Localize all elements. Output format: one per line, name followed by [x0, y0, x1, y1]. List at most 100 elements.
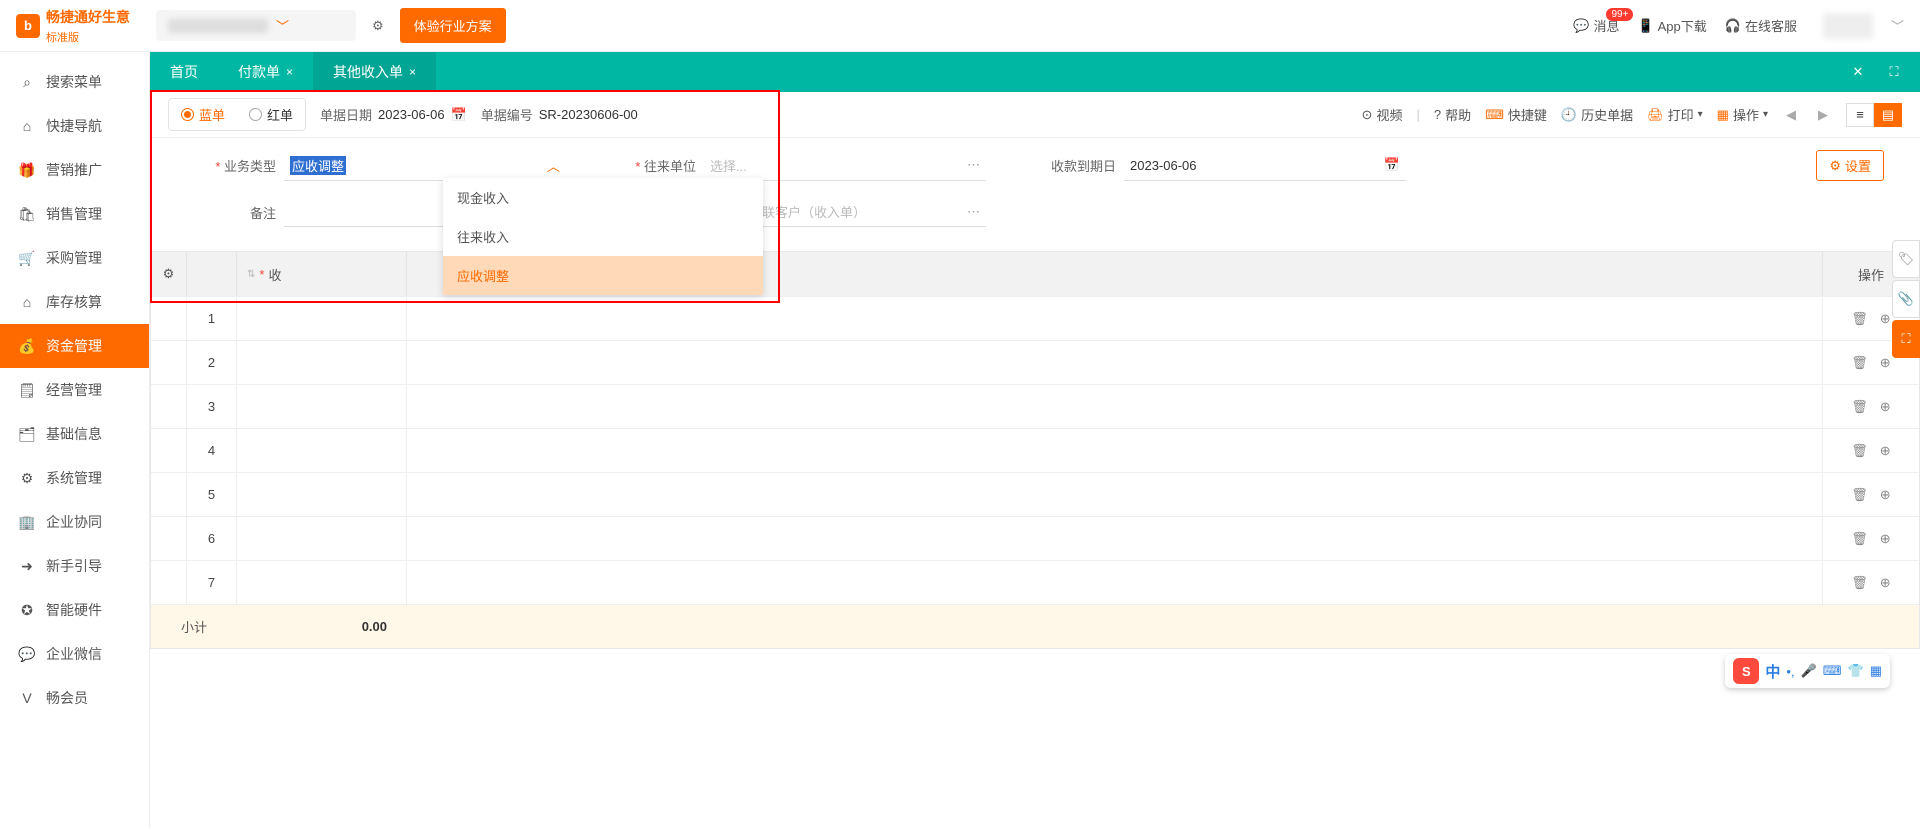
- settings-button[interactable]: ⚙设置: [1816, 150, 1884, 181]
- add-icon[interactable]: ⊕: [1880, 443, 1891, 459]
- sidebar-item-marketing[interactable]: 🎁营销推广: [0, 148, 149, 192]
- add-icon[interactable]: ⊕: [1880, 575, 1891, 591]
- history-link[interactable]: 🕘历史单据: [1561, 105, 1633, 124]
- arrow-icon: ➜: [18, 558, 36, 575]
- delete-icon[interactable]: 🗑: [1851, 531, 1868, 547]
- close-icon[interactable]: ×: [409, 65, 416, 79]
- cta-button[interactable]: 体验行业方案: [400, 8, 506, 43]
- add-icon[interactable]: ⊕: [1880, 399, 1891, 415]
- user-avatar-obscured[interactable]: [1823, 13, 1873, 39]
- sidebar-item-collab[interactable]: 🏢企业协同: [0, 500, 149, 544]
- chevron-down-icon: ﹀: [276, 16, 289, 35]
- video-link[interactable]: ⊙视频: [1362, 105, 1403, 124]
- building-icon: 🏢: [18, 514, 36, 531]
- sidebar-item-system[interactable]: ⚙系统管理: [0, 456, 149, 500]
- tab-expand[interactable]: ⛶: [1880, 58, 1908, 86]
- table-row[interactable]: 7🗑⊕: [151, 560, 1919, 604]
- table-row[interactable]: 5🗑⊕: [151, 472, 1919, 516]
- radio-red[interactable]: 红单: [237, 99, 305, 130]
- table-row[interactable]: 2🗑⊕: [151, 340, 1919, 384]
- ime-keyboard-icon[interactable]: ⌨: [1823, 663, 1842, 679]
- prev-doc-icon[interactable]: ◀: [1782, 107, 1800, 123]
- top-header: b 畅捷通好生意 标准版 ﹀ ⚙ 体验行业方案 💬 消息 99+ 📱 App下载: [0, 0, 1920, 52]
- ime-punct-icon[interactable]: •,: [1786, 664, 1794, 679]
- star-icon: ✪: [18, 602, 36, 619]
- ime-lang[interactable]: 中: [1765, 661, 1780, 682]
- partner-select[interactable]: 选择... ⋯: [704, 151, 986, 181]
- delete-icon[interactable]: 🗑: [1851, 443, 1868, 459]
- ime-menu-icon[interactable]: ▦: [1870, 663, 1882, 679]
- ops-link[interactable]: ▦操作▾: [1717, 105, 1768, 124]
- shortcut-link[interactable]: ⌨快捷键: [1485, 105, 1547, 124]
- row-index: 3: [187, 385, 237, 428]
- dropdown-item-transit[interactable]: 往来收入: [443, 217, 763, 256]
- view-card-button[interactable]: ▤: [1874, 103, 1902, 127]
- rail-attach-icon[interactable]: 📎: [1892, 280, 1920, 318]
- sidebar-item-funds[interactable]: 💰资金管理: [0, 324, 149, 368]
- ime-skin-icon[interactable]: 👕: [1848, 663, 1864, 679]
- sidebar-item-sales[interactable]: 🛍销售管理: [0, 192, 149, 236]
- add-icon[interactable]: ⊕: [1880, 355, 1891, 371]
- sidebar-item-inventory[interactable]: ⌂库存核算: [0, 280, 149, 324]
- next-doc-icon[interactable]: ▶: [1814, 107, 1832, 123]
- search-icon: ⌕: [18, 74, 36, 91]
- tab-payment[interactable]: 付款单×: [218, 52, 313, 92]
- dropdown-item-adjust[interactable]: 应收调整: [443, 256, 763, 295]
- ime-toolbar[interactable]: S 中 •, 🎤 ⌨ 👕 ▦: [1725, 654, 1890, 688]
- more-icon[interactable]: ⋯: [967, 157, 980, 173]
- sidebar-item-hardware[interactable]: ✪智能硬件: [0, 588, 149, 632]
- date-value[interactable]: 2023-06-06: [378, 107, 445, 122]
- table-row[interactable]: 6🗑⊕: [151, 516, 1919, 560]
- sidebar-item-guide[interactable]: ➜新手引导: [0, 544, 149, 588]
- delete-icon[interactable]: 🗑: [1851, 399, 1868, 415]
- org-selector[interactable]: ﹀: [156, 10, 356, 41]
- print-link[interactable]: 🖨打印▾: [1647, 105, 1703, 124]
- view-list-button[interactable]: ≡: [1846, 103, 1874, 127]
- tab-home[interactable]: 首页: [150, 52, 218, 92]
- gear-icon[interactable]: ⚙: [372, 18, 384, 34]
- duedate-input[interactable]: 2023-06-06 📅: [1124, 151, 1406, 181]
- sidebar-item-member[interactable]: V畅会员: [0, 676, 149, 720]
- dropdown-item-cash[interactable]: 现金收入: [443, 178, 763, 217]
- sidebar-item-purchase[interactable]: 🛒采购管理: [0, 236, 149, 280]
- more-icon[interactable]: ⋯: [967, 204, 980, 220]
- help-link[interactable]: ?帮助: [1434, 105, 1471, 124]
- sidebar-item-wechat[interactable]: 💬企业微信: [0, 632, 149, 676]
- support-link[interactable]: 🎧 在线客服: [1725, 16, 1797, 35]
- app-download-link[interactable]: 📱 App下载: [1637, 16, 1706, 35]
- remark-label: 备注: [186, 203, 276, 222]
- add-icon[interactable]: ⊕: [1880, 487, 1891, 503]
- rail-expand-icon[interactable]: ⛶: [1892, 320, 1920, 358]
- table-row[interactable]: 3 🗑 ⊕: [151, 384, 1919, 428]
- col-header-1[interactable]: ⇅*收: [237, 252, 407, 296]
- sidebar: ⌕搜索菜单 ⌂快捷导航 🎁营销推广 🛍销售管理 🛒采购管理 ⌂库存核算 💰资金管…: [0, 52, 150, 828]
- delete-icon[interactable]: 🗑: [1851, 311, 1868, 327]
- sidebar-item-business[interactable]: 🗒经营管理: [0, 368, 149, 412]
- cart-icon: 🛒: [18, 250, 36, 267]
- table-row[interactable]: 4🗑⊕: [151, 428, 1919, 472]
- right-rail: 🏷 📎 ⛶: [1892, 240, 1920, 358]
- calendar-icon[interactable]: 📅: [1384, 157, 1400, 173]
- messages-link[interactable]: 💬 消息 99+: [1573, 16, 1619, 35]
- chevron-down-icon[interactable]: ﹀: [1891, 16, 1904, 35]
- tab-close-all[interactable]: ✕: [1844, 58, 1872, 86]
- calendar-icon[interactable]: 📅: [451, 107, 467, 123]
- sidebar-item-search[interactable]: ⌕搜索菜单: [0, 60, 149, 104]
- radio-blue[interactable]: 蓝单: [169, 99, 237, 130]
- table-row[interactable]: 1🗑⊕: [151, 296, 1919, 340]
- gift-icon: 🎁: [18, 162, 36, 179]
- rail-tag-icon[interactable]: 🏷: [1892, 240, 1920, 278]
- biztype-dropdown: 现金收入 往来收入 应收调整: [443, 178, 763, 295]
- add-icon[interactable]: ⊕: [1880, 531, 1891, 547]
- table-settings-icon[interactable]: ⚙: [151, 252, 187, 296]
- sidebar-item-basedata[interactable]: 🗂基础信息: [0, 412, 149, 456]
- delete-icon[interactable]: 🗑: [1851, 487, 1868, 503]
- biztype-select[interactable]: 应收调整 ︿: [284, 151, 566, 181]
- close-icon[interactable]: ×: [286, 65, 293, 79]
- add-icon[interactable]: ⊕: [1880, 311, 1891, 327]
- delete-icon[interactable]: 🗑: [1851, 575, 1868, 591]
- tab-other-income[interactable]: 其他收入单×: [313, 52, 436, 92]
- delete-icon[interactable]: 🗑: [1851, 355, 1868, 371]
- sidebar-item-quicknav[interactable]: ⌂快捷导航: [0, 104, 149, 148]
- ime-mic-icon[interactable]: 🎤: [1801, 663, 1817, 679]
